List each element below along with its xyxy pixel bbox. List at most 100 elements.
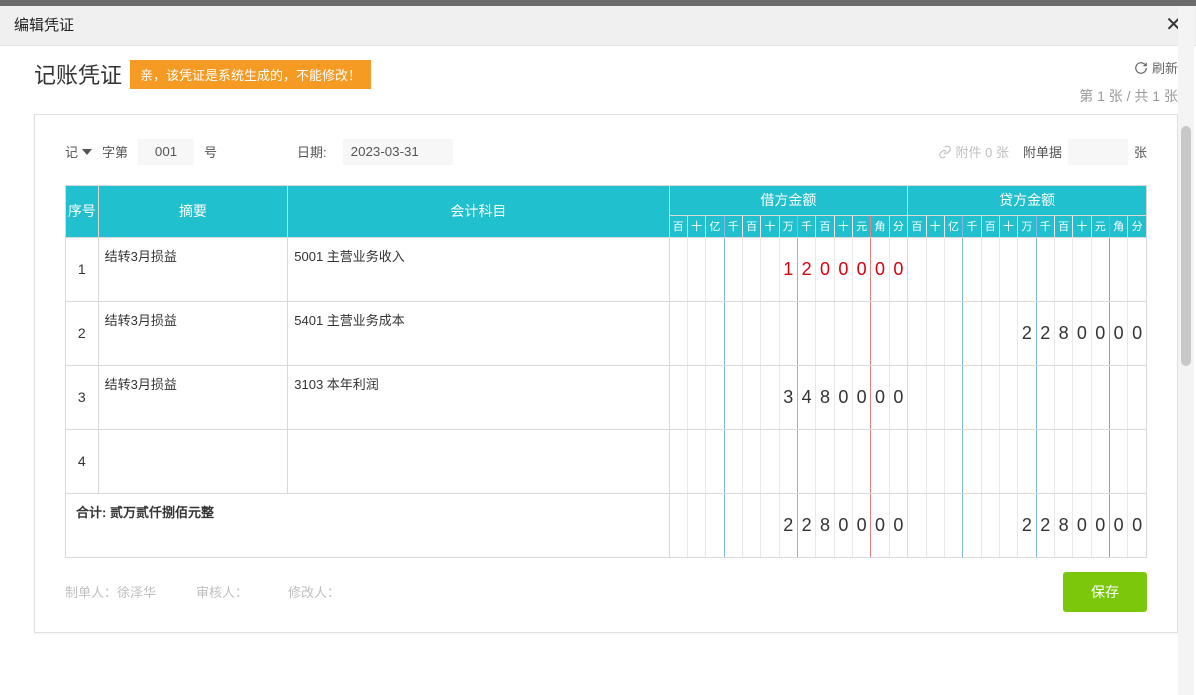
amount-digit[interactable]: [816, 301, 834, 365]
amount-digit[interactable]: [687, 493, 705, 557]
amount-digit[interactable]: [761, 429, 779, 493]
attachment-link[interactable]: 附件 0 张: [938, 142, 1009, 161]
account-cell[interactable]: [288, 429, 669, 493]
amount-digit[interactable]: [981, 429, 999, 493]
amount-digit[interactable]: [816, 429, 834, 493]
amount-digit[interactable]: [1073, 429, 1091, 493]
amount-digit[interactable]: [797, 429, 815, 493]
amount-digit[interactable]: 2: [1036, 301, 1054, 365]
amount-digit[interactable]: [1109, 429, 1127, 493]
amount-digit[interactable]: 0: [834, 493, 852, 557]
amount-digit[interactable]: 0: [1128, 493, 1147, 557]
amount-digit[interactable]: 8: [1054, 493, 1072, 557]
voucher-number-input[interactable]: [138, 139, 194, 165]
amount-digit[interactable]: [981, 301, 999, 365]
amount-digit[interactable]: [834, 429, 852, 493]
amount-digit[interactable]: [926, 493, 944, 557]
amount-digit[interactable]: [944, 301, 962, 365]
amount-digit[interactable]: 0: [834, 365, 852, 429]
amount-digit[interactable]: [944, 429, 962, 493]
amount-digit[interactable]: [963, 429, 981, 493]
amount-digit[interactable]: [706, 301, 724, 365]
amount-digit[interactable]: [706, 493, 724, 557]
amount-digit[interactable]: [669, 493, 687, 557]
amount-digit[interactable]: 0: [871, 493, 889, 557]
amount-digit[interactable]: [1128, 237, 1147, 301]
attach-count-input[interactable]: [1068, 139, 1128, 165]
amount-digit[interactable]: 4: [797, 365, 815, 429]
amount-digit[interactable]: 2: [1018, 301, 1036, 365]
amount-digit[interactable]: [687, 237, 705, 301]
amount-digit[interactable]: [853, 301, 871, 365]
amount-digit[interactable]: [1091, 365, 1109, 429]
amount-digit[interactable]: [706, 365, 724, 429]
save-button[interactable]: 保存: [1063, 572, 1147, 612]
amount-digit[interactable]: [706, 237, 724, 301]
amount-digit[interactable]: [944, 493, 962, 557]
amount-digit[interactable]: [1091, 429, 1109, 493]
amount-digit[interactable]: 0: [834, 237, 852, 301]
amount-digit[interactable]: [724, 429, 742, 493]
amount-digit[interactable]: [889, 301, 907, 365]
summary-cell[interactable]: 结转3月损益: [98, 237, 288, 301]
amount-digit[interactable]: [779, 301, 797, 365]
amount-digit[interactable]: 0: [1128, 301, 1147, 365]
account-cell[interactable]: 5001 主营业务收入: [288, 237, 669, 301]
amount-digit[interactable]: 0: [889, 237, 907, 301]
refresh-button[interactable]: 刷新: [1134, 58, 1178, 77]
amount-digit[interactable]: [944, 237, 962, 301]
amount-digit[interactable]: [981, 365, 999, 429]
amount-digit[interactable]: [1073, 365, 1091, 429]
amount-digit[interactable]: [908, 301, 926, 365]
amount-digit[interactable]: [1036, 429, 1054, 493]
amount-digit[interactable]: [669, 237, 687, 301]
amount-digit[interactable]: [706, 429, 724, 493]
amount-digit[interactable]: [963, 237, 981, 301]
amount-digit[interactable]: [742, 237, 760, 301]
amount-digit[interactable]: [1091, 237, 1109, 301]
amount-digit[interactable]: [1054, 365, 1072, 429]
amount-digit[interactable]: 8: [1054, 301, 1072, 365]
amount-digit[interactable]: [1054, 429, 1072, 493]
amount-digit[interactable]: 0: [816, 237, 834, 301]
amount-digit[interactable]: [926, 301, 944, 365]
amount-digit[interactable]: [871, 429, 889, 493]
amount-digit[interactable]: [1018, 237, 1036, 301]
amount-digit[interactable]: [981, 493, 999, 557]
amount-digit[interactable]: [797, 301, 815, 365]
amount-digit[interactable]: [742, 301, 760, 365]
amount-digit[interactable]: [926, 237, 944, 301]
amount-digit[interactable]: [687, 301, 705, 365]
amount-digit[interactable]: [963, 493, 981, 557]
amount-digit[interactable]: 0: [853, 493, 871, 557]
amount-digit[interactable]: [889, 429, 907, 493]
amount-digit[interactable]: [926, 365, 944, 429]
amount-digit[interactable]: 2: [1036, 493, 1054, 557]
amount-digit[interactable]: 0: [1109, 301, 1127, 365]
amount-digit[interactable]: [1128, 429, 1147, 493]
amount-digit[interactable]: [761, 237, 779, 301]
amount-digit[interactable]: 2: [1018, 493, 1036, 557]
amount-digit[interactable]: [742, 429, 760, 493]
amount-digit[interactable]: 0: [1091, 493, 1109, 557]
amount-digit[interactable]: [963, 301, 981, 365]
amount-digit[interactable]: [963, 365, 981, 429]
amount-digit[interactable]: 0: [1091, 301, 1109, 365]
amount-digit[interactable]: [724, 493, 742, 557]
amount-digit[interactable]: [999, 429, 1017, 493]
amount-digit[interactable]: [669, 301, 687, 365]
amount-digit[interactable]: 1: [779, 237, 797, 301]
amount-digit[interactable]: [908, 365, 926, 429]
amount-digit[interactable]: [742, 365, 760, 429]
scrollbar[interactable]: [1178, 6, 1194, 695]
amount-digit[interactable]: [1073, 237, 1091, 301]
amount-digit[interactable]: [724, 237, 742, 301]
date-input[interactable]: [343, 139, 453, 165]
amount-digit[interactable]: 0: [871, 365, 889, 429]
amount-digit[interactable]: [779, 429, 797, 493]
amount-digit[interactable]: [1054, 237, 1072, 301]
amount-digit[interactable]: [853, 429, 871, 493]
summary-cell[interactable]: 结转3月损益: [98, 365, 288, 429]
summary-cell[interactable]: [98, 429, 288, 493]
amount-digit[interactable]: [687, 365, 705, 429]
